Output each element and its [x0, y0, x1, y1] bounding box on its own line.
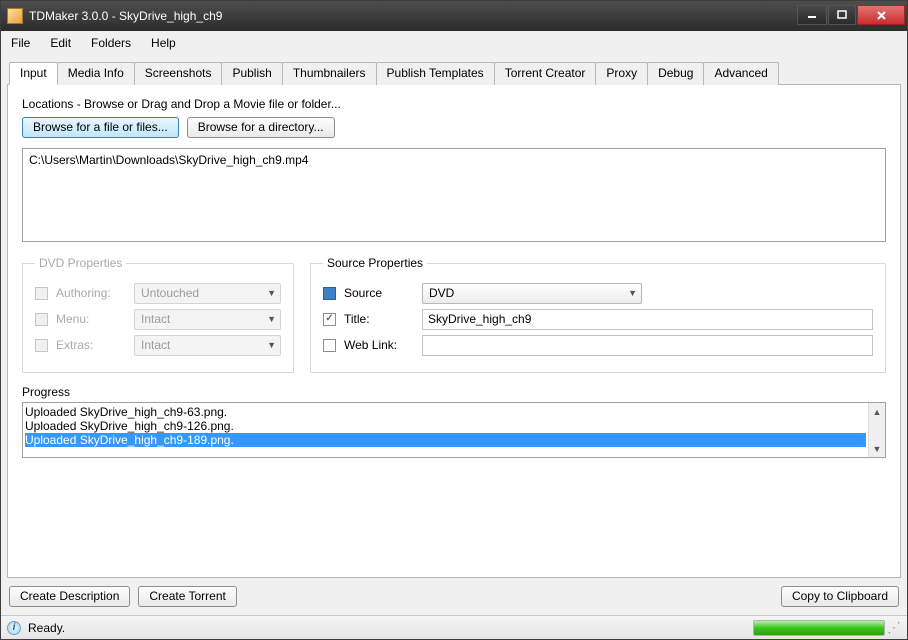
scroll-down-icon[interactable]: ▼ [869, 440, 885, 457]
tab-proxy[interactable]: Proxy [595, 62, 648, 85]
weblink-input[interactable] [422, 335, 873, 356]
progress-line-selected[interactable]: Uploaded SkyDrive_high_ch9-189.png. [25, 433, 866, 447]
title-input[interactable] [422, 309, 873, 330]
authoring-checkbox [35, 287, 48, 300]
browse-files-button[interactable]: Browse for a file or files... [22, 117, 179, 138]
progress-label: Progress [22, 385, 886, 399]
progress-log: Uploaded SkyDrive_high_ch9-63.png. Uploa… [22, 402, 886, 458]
tab-media-info[interactable]: Media Info [57, 62, 135, 85]
menu-help[interactable]: Help [151, 36, 176, 50]
tab-input[interactable]: Input [9, 62, 58, 85]
authoring-combo: Untouched▼ [134, 283, 281, 304]
title-label: Title: [344, 312, 422, 326]
source-label: Source [344, 286, 422, 300]
menu-combo: Intact▼ [134, 309, 281, 330]
tab-panel-input: Locations - Browse or Drag and Drop a Mo… [7, 85, 901, 578]
menu-checkbox [35, 313, 48, 326]
status-progress-bar [753, 620, 885, 636]
source-combo[interactable]: DVD▼ [422, 283, 642, 304]
tab-publish[interactable]: Publish [221, 62, 282, 85]
chevron-down-icon: ▼ [267, 314, 276, 324]
source-properties-group: Source Properties Source DVD▼ Title: Web… [310, 256, 886, 373]
source-checkbox[interactable] [323, 287, 336, 300]
dvd-properties-group: DVD Properties Authoring: Untouched▼ Men… [22, 256, 294, 373]
resize-grip-icon[interactable]: ⋰ [885, 619, 901, 636]
weblink-label: Web Link: [344, 338, 422, 352]
scroll-up-icon[interactable]: ▲ [869, 403, 885, 420]
tab-debug[interactable]: Debug [647, 62, 704, 85]
app-icon [7, 8, 23, 24]
close-button[interactable] [857, 5, 905, 25]
copy-clipboard-button[interactable]: Copy to Clipboard [781, 586, 899, 607]
file-list-item[interactable]: C:\Users\Martin\Downloads\SkyDrive_high_… [29, 153, 879, 167]
extras-checkbox [35, 339, 48, 352]
create-torrent-button[interactable]: Create Torrent [138, 586, 236, 607]
tab-publish-templates[interactable]: Publish Templates [376, 62, 495, 85]
browse-directory-button[interactable]: Browse for a directory... [187, 117, 335, 138]
locations-label: Locations - Browse or Drag and Drop a Mo… [22, 97, 886, 111]
chevron-down-icon: ▼ [628, 288, 637, 298]
menu-file[interactable]: File [11, 36, 30, 50]
window-title: TDMaker 3.0.0 - SkyDrive_high_ch9 [29, 9, 796, 23]
minimize-button[interactable] [797, 5, 827, 25]
client-area: Input Media Info Screenshots Publish Thu… [1, 55, 907, 615]
app-window: TDMaker 3.0.0 - SkyDrive_high_ch9 File E… [0, 0, 908, 640]
titlebar[interactable]: TDMaker 3.0.0 - SkyDrive_high_ch9 [1, 1, 907, 31]
dvd-legend: DVD Properties [35, 256, 126, 270]
source-legend: Source Properties [323, 256, 427, 270]
status-text: Ready. [28, 621, 753, 635]
title-checkbox[interactable] [323, 313, 336, 326]
create-description-button[interactable]: Create Description [9, 586, 130, 607]
menu-folders[interactable]: Folders [91, 36, 131, 50]
file-list[interactable]: C:\Users\Martin\Downloads\SkyDrive_high_… [22, 148, 886, 242]
weblink-checkbox[interactable] [323, 339, 336, 352]
tab-strip: Input Media Info Screenshots Publish Thu… [7, 61, 901, 85]
statusbar: i Ready. ⋰ [1, 615, 907, 639]
tab-advanced[interactable]: Advanced [703, 62, 778, 85]
menubar: File Edit Folders Help [1, 31, 907, 55]
progress-line: Uploaded SkyDrive_high_ch9-126.png. [25, 419, 866, 433]
extras-label: Extras: [56, 338, 134, 352]
info-icon: i [7, 621, 21, 635]
tab-thumbnailers[interactable]: Thumbnailers [282, 62, 377, 85]
progress-line: Uploaded SkyDrive_high_ch9-63.png. [25, 405, 866, 419]
status-progress-fill [754, 621, 884, 635]
authoring-label: Authoring: [56, 286, 134, 300]
tab-torrent-creator[interactable]: Torrent Creator [494, 62, 597, 85]
tab-screenshots[interactable]: Screenshots [134, 62, 223, 85]
maximize-button[interactable] [828, 5, 856, 25]
bottom-button-bar: Create Description Create Torrent Copy t… [7, 578, 901, 615]
progress-lines[interactable]: Uploaded SkyDrive_high_ch9-63.png. Uploa… [23, 403, 868, 457]
chevron-down-icon: ▼ [267, 288, 276, 298]
chevron-down-icon: ▼ [267, 340, 276, 350]
progress-scrollbar[interactable]: ▲ ▼ [868, 403, 885, 457]
extras-combo: Intact▼ [134, 335, 281, 356]
menu-edit[interactable]: Edit [50, 36, 71, 50]
menu-label: Menu: [56, 312, 134, 326]
